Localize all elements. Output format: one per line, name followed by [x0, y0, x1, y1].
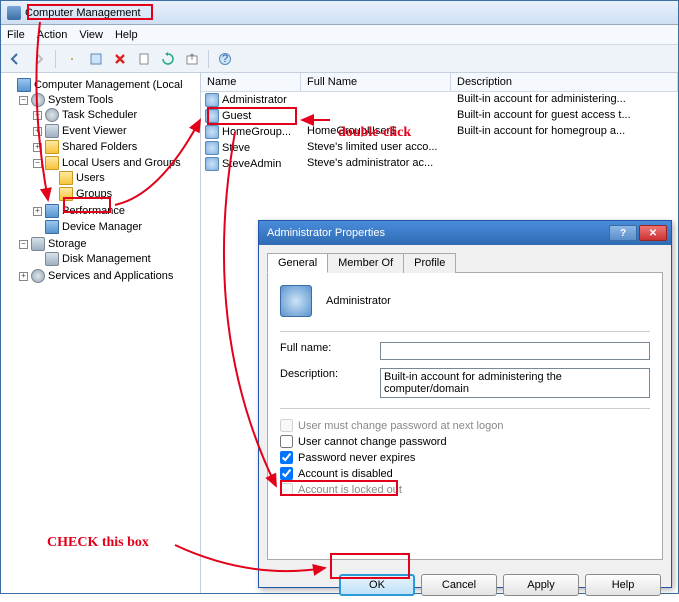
user-icon [280, 285, 312, 317]
user-icon [205, 157, 219, 171]
app-icon [7, 6, 21, 20]
chk-locked-out: Account is locked out [280, 483, 650, 496]
dialog-titlebar[interactable]: Administrator Properties ? ✕ [259, 221, 671, 245]
user-fullname-cell [301, 109, 451, 123]
fullname-field[interactable] [380, 342, 650, 360]
description-label: Description: [280, 368, 380, 380]
window-title: Computer Management [25, 7, 141, 19]
tab-profile[interactable]: Profile [403, 253, 456, 273]
tab-memberof[interactable]: Member Of [327, 253, 404, 273]
tab-general[interactable]: General [267, 253, 328, 273]
user-icon [205, 109, 219, 123]
user-fullname-cell: Steve's administrator ac... [301, 157, 451, 171]
col-name[interactable]: Name [201, 73, 301, 91]
user-fullname-cell [301, 93, 451, 107]
svg-text:?: ? [222, 53, 228, 65]
ok-button[interactable]: OK [339, 574, 415, 596]
tree-local-users[interactable]: −Local Users and Groups [33, 156, 198, 170]
dialog-help-button[interactable]: ? [609, 225, 637, 241]
menubar: File Action View Help [1, 25, 678, 45]
tree-groups[interactable]: Groups [47, 187, 198, 201]
cancel-button[interactable]: Cancel [421, 574, 497, 596]
help-icon[interactable]: ? [215, 49, 235, 69]
user-row[interactable]: Steve Steve's limited user acco... [201, 140, 678, 156]
help-button[interactable]: Help [585, 574, 661, 596]
tree-device-manager[interactable]: Device Manager [33, 220, 198, 234]
folder-icon[interactable] [62, 49, 82, 69]
menu-file[interactable]: File [7, 29, 25, 41]
col-description[interactable]: Description [451, 73, 678, 91]
toolbar: ? [1, 45, 678, 73]
tree-system-tools[interactable]: −System Tools [19, 93, 198, 107]
user-name-cell: Steve [222, 142, 250, 154]
chk-must-change: User must change password at next logon [280, 419, 650, 432]
user-name-cell: Guest [222, 110, 251, 122]
user-desc-cell: Built-in account for guest access t... [451, 109, 678, 123]
column-headers: Name Full Name Description [201, 73, 678, 92]
user-fullname-cell: Steve's limited user acco... [301, 141, 451, 155]
tree-task-scheduler[interactable]: +Task Scheduler [33, 108, 198, 122]
fullname-label: Full name: [280, 342, 380, 354]
user-name-cell: Administrator [222, 94, 287, 106]
tree-panel: Computer Management (Local −System Tools… [1, 73, 201, 593]
user-name-cell: SteveAdmin [222, 158, 281, 170]
forward-button[interactable] [29, 49, 49, 69]
user-desc-cell: Built-in account for homegroup a... [451, 125, 678, 139]
titlebar: Computer Management [1, 1, 678, 25]
page-icon[interactable] [134, 49, 154, 69]
user-name-cell: HomeGroup... [222, 126, 291, 138]
chk-never-expires[interactable]: Password never expires [280, 451, 650, 464]
user-fullname-cell: HomeGroupUser$ [301, 125, 451, 139]
delete-icon[interactable] [110, 49, 130, 69]
user-row[interactable]: Guest Built-in account for guest access t… [201, 108, 678, 124]
user-desc-cell [451, 157, 678, 171]
chk-disabled[interactable]: Account is disabled [280, 467, 650, 480]
dialog-buttons: OK Cancel Apply Help [259, 568, 671, 602]
tree-storage[interactable]: −Storage [19, 237, 198, 251]
tree-root[interactable]: Computer Management (Local [5, 78, 198, 92]
tab-panel-general: Administrator Full name: Description: Bu… [267, 272, 663, 560]
tree-shared-folders[interactable]: +Shared Folders [33, 140, 198, 154]
user-desc-cell: Built-in account for administering... [451, 93, 678, 107]
properties-icon[interactable] [86, 49, 106, 69]
export-icon[interactable] [182, 49, 202, 69]
apply-button[interactable]: Apply [503, 574, 579, 596]
user-icon [205, 141, 219, 155]
tree-disk-management[interactable]: Disk Management [33, 252, 198, 266]
description-field[interactable]: Built-in account for administering the c… [380, 368, 650, 398]
menu-view[interactable]: View [79, 29, 103, 41]
user-icon [205, 125, 219, 139]
menu-action[interactable]: Action [37, 29, 68, 41]
user-row[interactable]: Administrator Built-in account for admini… [201, 92, 678, 108]
tree-users[interactable]: Users [47, 171, 198, 185]
refresh-icon[interactable] [158, 49, 178, 69]
user-icon [205, 93, 219, 107]
dialog-close-button[interactable]: ✕ [639, 225, 667, 241]
back-button[interactable] [5, 49, 25, 69]
user-desc-cell [451, 141, 678, 155]
user-row[interactable]: HomeGroup... HomeGroupUser$Built-in accou… [201, 124, 678, 140]
tree-services[interactable]: +Services and Applications [19, 269, 198, 283]
properties-dialog: Administrator Properties ? ✕ General Mem… [258, 220, 672, 588]
tree-performance[interactable]: +Performance [33, 204, 198, 218]
user-name: Administrator [326, 295, 391, 307]
dialog-title: Administrator Properties [263, 227, 607, 239]
menu-help[interactable]: Help [115, 29, 138, 41]
col-fullname[interactable]: Full Name [301, 73, 451, 91]
tree-event-viewer[interactable]: +Event Viewer [33, 124, 198, 138]
chk-cannot-change[interactable]: User cannot change password [280, 435, 650, 448]
user-row[interactable]: SteveAdmin Steve's administrator ac... [201, 156, 678, 172]
tabs: General Member Of Profile [267, 253, 663, 273]
